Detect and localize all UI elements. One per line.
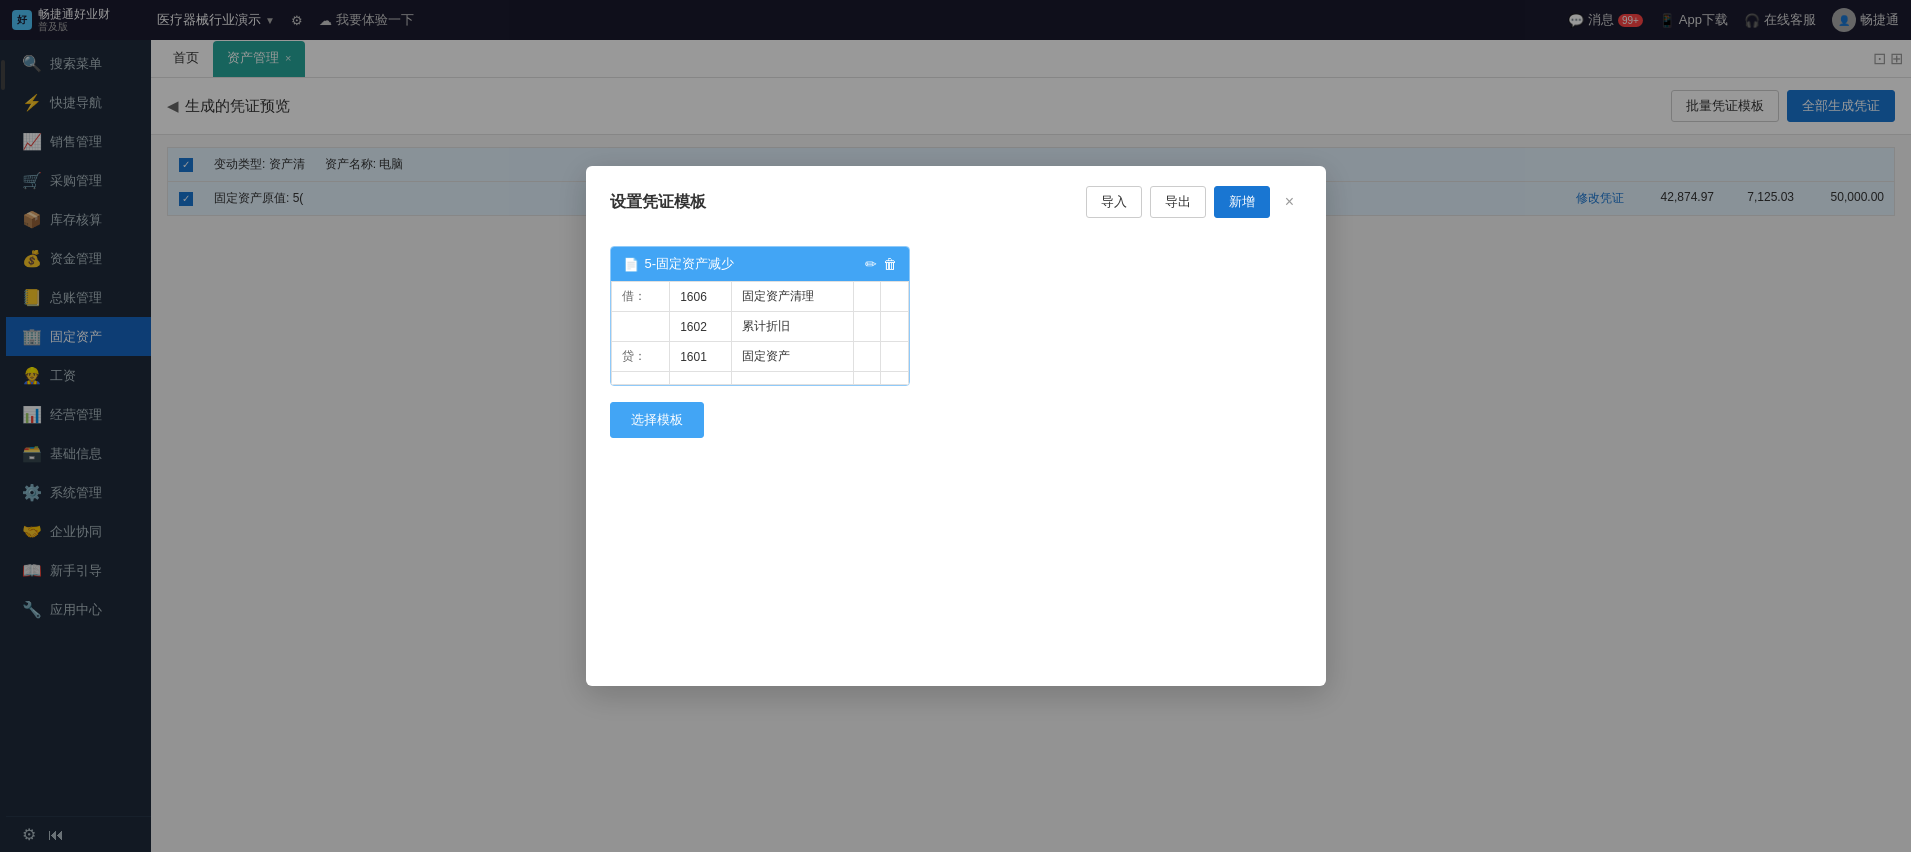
template-edit-icon[interactable]: ✏ bbox=[865, 256, 877, 272]
template-row2-type bbox=[611, 312, 670, 342]
template-row1-debit bbox=[853, 282, 880, 312]
template-icon: 📄 bbox=[623, 257, 639, 272]
template-name: 5-固定资产减少 bbox=[645, 255, 735, 273]
template-row3-debit bbox=[853, 342, 880, 372]
template-row3-name: 固定资产 bbox=[732, 342, 853, 372]
template-empty3 bbox=[732, 372, 853, 385]
template-delete-icon[interactable]: 🗑 bbox=[883, 256, 897, 272]
template-row1-type: 借： bbox=[611, 282, 670, 312]
template-row2-code: 1602 bbox=[670, 312, 732, 342]
page-content: ◀ 生成的凭证预览 批量凭证模板 全部生成凭证 ✓ bbox=[151, 78, 1911, 852]
template-row-2: 1602 累计折旧 bbox=[611, 312, 908, 342]
template-empty1 bbox=[611, 372, 670, 385]
content-area: 首页 资产管理 × ⊡ ⊞ ◀ bbox=[151, 40, 1911, 852]
template-row3-type: 贷： bbox=[611, 342, 670, 372]
app-container: 好 畅捷通好业财 普及版 医疗器械行业演示 ▼ ⚙ ☁ 我要体验一下 💬 消息 … bbox=[0, 0, 1911, 852]
import-btn[interactable]: 导入 bbox=[1086, 186, 1142, 218]
template-row2-debit bbox=[853, 312, 880, 342]
template-empty2 bbox=[670, 372, 732, 385]
template-row-empty bbox=[611, 372, 908, 385]
modal-body: 📄 5-固定资产减少 ✏ 🗑 bbox=[586, 230, 1326, 454]
modal-dialog: 设置凭证模板 导入 导出 新增 × bbox=[586, 166, 1326, 686]
template-row2-name: 累计折旧 bbox=[732, 312, 853, 342]
modal-header: 设置凭证模板 导入 导出 新增 × bbox=[586, 166, 1326, 230]
template-row3-credit bbox=[881, 342, 908, 372]
new-template-btn[interactable]: 新增 bbox=[1214, 186, 1270, 218]
modal-overlay: 设置凭证模板 导入 导出 新增 × bbox=[151, 78, 1911, 852]
export-btn[interactable]: 导出 bbox=[1150, 186, 1206, 218]
select-template-area: 选择模板 bbox=[610, 402, 1302, 438]
modal-title: 设置凭证模板 bbox=[610, 192, 706, 213]
template-row1-code: 1606 bbox=[670, 282, 732, 312]
template-row2-credit bbox=[881, 312, 908, 342]
template-row1-name: 固定资产清理 bbox=[732, 282, 853, 312]
modal-actions: 导入 导出 新增 bbox=[1086, 186, 1270, 218]
template-empty4 bbox=[853, 372, 880, 385]
template-card-header: 📄 5-固定资产减少 ✏ 🗑 bbox=[611, 247, 909, 281]
template-row-1: 借： 1606 固定资产清理 bbox=[611, 282, 908, 312]
main-layout: 🔍 搜索菜单 ⚡ 快捷导航 📈 销售管理 🛒 采购管理 📦 库存核算 bbox=[0, 40, 1911, 852]
template-empty5 bbox=[881, 372, 908, 385]
template-card: 📄 5-固定资产减少 ✏ 🗑 bbox=[610, 246, 910, 386]
template-row3-code: 1601 bbox=[670, 342, 732, 372]
template-row-3: 贷： 1601 固定资产 bbox=[611, 342, 908, 372]
select-template-btn[interactable]: 选择模板 bbox=[610, 402, 704, 438]
template-card-actions: ✏ 🗑 bbox=[865, 256, 897, 272]
modal-close-btn[interactable]: × bbox=[1278, 190, 1302, 214]
template-card-title: 📄 5-固定资产减少 bbox=[623, 255, 735, 273]
template-row1-credit bbox=[881, 282, 908, 312]
template-table: 借： 1606 固定资产清理 1602 bbox=[611, 281, 909, 385]
